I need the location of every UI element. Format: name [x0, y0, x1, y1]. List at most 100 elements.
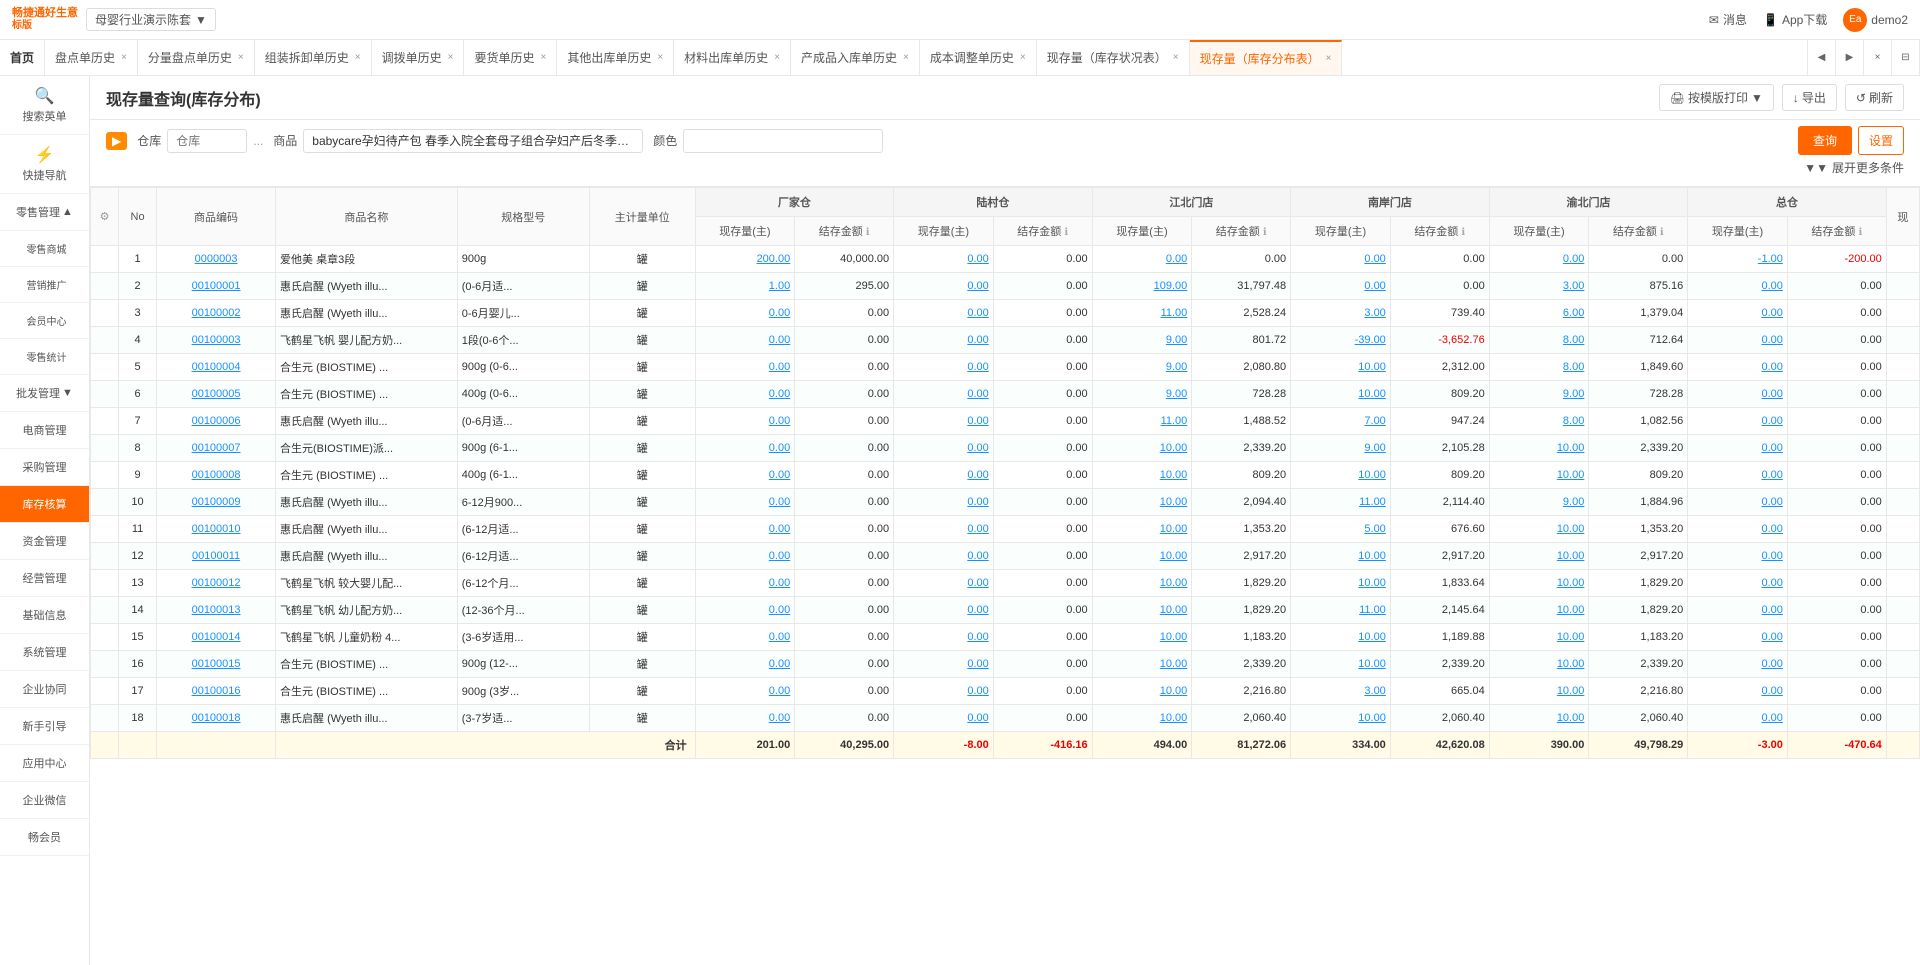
message-button[interactable]: ✉ 消息 [1709, 11, 1747, 28]
sidebar-item-marketing[interactable]: 营销推广 [0, 267, 89, 303]
td-jiangbei-qty[interactable]: 9.00 [1092, 354, 1192, 381]
sidebar-item-basics[interactable]: 基础信息 [0, 597, 89, 634]
td-jiangbei-qty[interactable]: 11.00 [1092, 300, 1192, 327]
td-yubei-qty[interactable]: 10.00 [1489, 570, 1589, 597]
td-code[interactable]: 00100004 [157, 354, 276, 381]
td-factory-qty[interactable]: 0.00 [695, 408, 795, 435]
td-factory-qty[interactable]: 200.00 [695, 246, 795, 273]
td-factory-qty[interactable]: 1.00 [695, 273, 795, 300]
td-total-qty[interactable]: 0.00 [1688, 327, 1788, 354]
td-nanan-qty[interactable]: 10.00 [1291, 570, 1391, 597]
td-lucun-qty[interactable]: 0.00 [894, 651, 994, 678]
td-nanan-qty[interactable]: 0.00 [1291, 273, 1391, 300]
td-yubei-qty[interactable]: 8.00 [1489, 354, 1589, 381]
sidebar-item-quicknav[interactable]: ⚡ 快捷导航 [0, 135, 89, 194]
td-yubei-qty[interactable]: 10.00 [1489, 651, 1589, 678]
td-nanan-qty[interactable]: 10.00 [1291, 543, 1391, 570]
td-code[interactable]: 00100007 [157, 435, 276, 462]
sidebar-item-purchase[interactable]: 采购管理 [0, 449, 89, 486]
info-icon[interactable]: ℹ [1064, 227, 1068, 238]
td-total-qty[interactable]: 0.00 [1688, 381, 1788, 408]
td-code[interactable]: 00100006 [157, 408, 276, 435]
settings-button[interactable]: 设置 [1858, 126, 1904, 155]
close-icon[interactable]: × [238, 52, 244, 63]
expand-more-button[interactable]: ▼▼ 展开更多条件 [1804, 159, 1904, 176]
close-icon[interactable]: × [121, 52, 127, 63]
td-yubei-qty[interactable]: 10.00 [1489, 597, 1589, 624]
td-factory-qty[interactable]: 0.00 [695, 462, 795, 489]
sidebar-item-stock[interactable]: 库存核算 [0, 486, 89, 523]
td-factory-qty[interactable]: 0.00 [695, 597, 795, 624]
td-code[interactable]: 00100014 [157, 624, 276, 651]
tab-cost-adjust[interactable]: 成本调整单历史 × [920, 40, 1037, 75]
sidebar-item-system[interactable]: 系统管理 [0, 634, 89, 671]
td-lucun-qty[interactable]: 0.00 [894, 300, 994, 327]
sidebar-item-changhui[interactable]: 畅会员 [0, 819, 89, 856]
td-nanan-qty[interactable]: 10.00 [1291, 462, 1391, 489]
td-nanan-qty[interactable]: 9.00 [1291, 435, 1391, 462]
td-nanan-qty[interactable]: 5.00 [1291, 516, 1391, 543]
td-code[interactable]: 00100008 [157, 462, 276, 489]
td-factory-qty[interactable]: 0.00 [695, 543, 795, 570]
info-icon[interactable]: ℹ [1263, 227, 1267, 238]
tab-assembly[interactable]: 组装拆卸单历史 × [255, 40, 372, 75]
td-jiangbei-qty[interactable]: 10.00 [1092, 489, 1192, 516]
nav-prev-button[interactable]: ◀ [1808, 40, 1836, 76]
td-yubei-qty[interactable]: 10.00 [1489, 705, 1589, 732]
td-code[interactable]: 00100003 [157, 327, 276, 354]
sidebar-item-retail[interactable]: 零售管理 ▲ [0, 194, 89, 231]
td-jiangbei-qty[interactable]: 11.00 [1092, 408, 1192, 435]
app-download-button[interactable]: 📱 App下载 [1763, 11, 1827, 28]
td-lucun-qty[interactable]: 0.00 [894, 435, 994, 462]
td-factory-qty[interactable]: 0.00 [695, 705, 795, 732]
td-total-qty[interactable]: 0.00 [1688, 462, 1788, 489]
td-nanan-qty[interactable]: 3.00 [1291, 300, 1391, 327]
td-nanan-qty[interactable]: -39.00 [1291, 327, 1391, 354]
td-code[interactable]: 00100012 [157, 570, 276, 597]
td-code[interactable]: 00100016 [157, 678, 276, 705]
td-code[interactable]: 00100002 [157, 300, 276, 327]
td-total-qty[interactable]: 0.00 [1688, 543, 1788, 570]
td-total-qty[interactable]: 0.00 [1688, 597, 1788, 624]
td-nanan-qty[interactable]: 3.00 [1291, 678, 1391, 705]
td-code[interactable]: 00100005 [157, 381, 276, 408]
sidebar-item-ecommerce[interactable]: 电商管理 [0, 412, 89, 449]
td-total-qty[interactable]: 0.00 [1688, 489, 1788, 516]
td-yubei-qty[interactable]: 10.00 [1489, 462, 1589, 489]
tab-partial-inventory[interactable]: 分量盘点单历史 × [138, 40, 255, 75]
td-code[interactable]: 00100009 [157, 489, 276, 516]
tab-material-outbound[interactable]: 材料出库单历史 × [674, 40, 791, 75]
sidebar-item-search[interactable]: 🔍 搜索英单 [0, 76, 89, 135]
td-lucun-qty[interactable]: 0.00 [894, 462, 994, 489]
td-yubei-qty[interactable]: 8.00 [1489, 408, 1589, 435]
td-lucun-qty[interactable]: 0.00 [894, 570, 994, 597]
td-total-qty[interactable]: 0.00 [1688, 705, 1788, 732]
sidebar-item-newguide[interactable]: 新手引导 [0, 708, 89, 745]
td-nanan-qty[interactable]: 7.00 [1291, 408, 1391, 435]
close-icon[interactable]: × [903, 52, 909, 63]
td-jiangbei-qty[interactable]: 10.00 [1092, 570, 1192, 597]
td-yubei-qty[interactable]: 10.00 [1489, 516, 1589, 543]
td-lucun-qty[interactable]: 0.00 [894, 516, 994, 543]
export-button[interactable]: ↓ 导出 [1782, 84, 1837, 111]
tab-inventory-history[interactable]: 盘点单历史 × [45, 40, 138, 75]
tab-stock-status[interactable]: 现存量（库存状况表） × [1037, 40, 1190, 75]
td-factory-qty[interactable]: 0.00 [695, 300, 795, 327]
td-code[interactable]: 00100010 [157, 516, 276, 543]
td-jiangbei-qty[interactable]: 10.00 [1092, 462, 1192, 489]
close-icon[interactable]: × [774, 52, 780, 63]
td-yubei-qty[interactable]: 10.00 [1489, 435, 1589, 462]
tab-other-outbound[interactable]: 其他出库单历史 × [557, 40, 674, 75]
tab-home[interactable]: 首页 [0, 40, 45, 75]
info-icon[interactable]: ℹ [1660, 227, 1664, 238]
td-total-qty[interactable]: 0.00 [1688, 273, 1788, 300]
td-factory-qty[interactable]: 0.00 [695, 327, 795, 354]
sidebar-item-operations[interactable]: 经营管理 [0, 560, 89, 597]
td-nanan-qty[interactable]: 11.00 [1291, 489, 1391, 516]
td-jiangbei-qty[interactable]: 10.00 [1092, 624, 1192, 651]
td-jiangbei-qty[interactable]: 0.00 [1092, 246, 1192, 273]
td-yubei-qty[interactable]: 6.00 [1489, 300, 1589, 327]
td-total-qty[interactable]: 0.00 [1688, 354, 1788, 381]
tab-stock-distribution[interactable]: 现存量（库存分布表） × [1190, 40, 1343, 75]
td-jiangbei-qty[interactable]: 10.00 [1092, 705, 1192, 732]
